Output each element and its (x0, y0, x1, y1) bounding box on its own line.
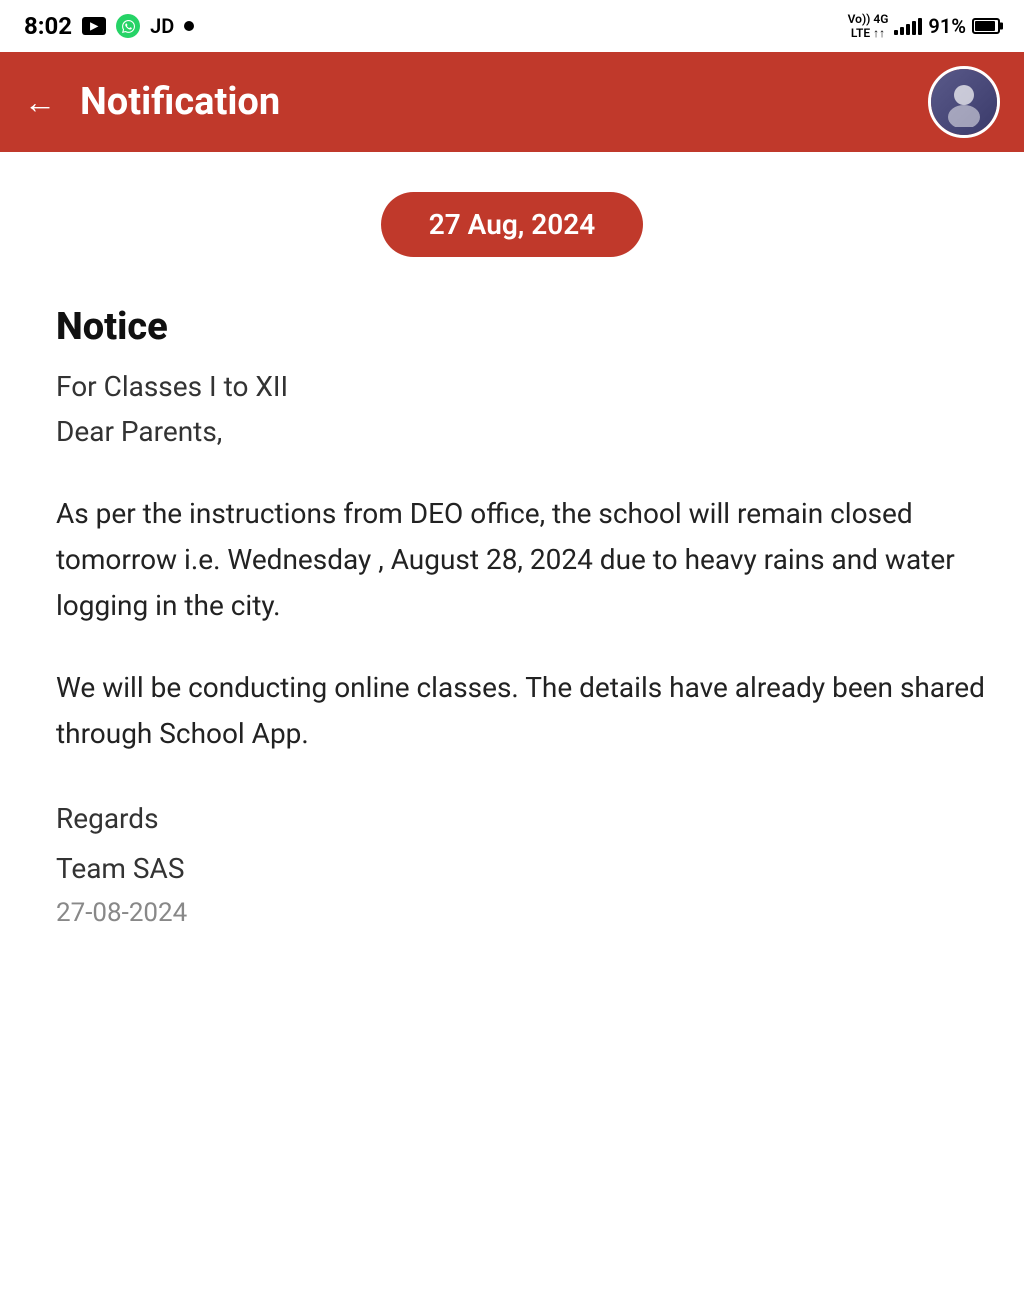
regards-line1: Regards (56, 794, 988, 844)
vol-label: Vo)) 4G (848, 12, 889, 26)
avatar-placeholder (931, 69, 997, 135)
status-right: Vo)) 4G LTE ↑↑ 91% (848, 12, 1000, 41)
status-bar: 8:02 JD Vo)) 4G LTE ↑↑ 91% (0, 0, 1024, 52)
time-display: 8:02 (24, 12, 72, 40)
app-header: ← Notification (0, 52, 1024, 152)
notice-footer-date: 27-08-2024 (56, 898, 988, 928)
lte-label: LTE ↑↑ (851, 26, 885, 40)
battery-percentage: 91% (928, 14, 966, 38)
notice-regards: Regards Team SAS (56, 794, 988, 895)
notice-subtitle-line2: Dear Parents, (56, 415, 222, 448)
signal-info: Vo)) 4G LTE ↑↑ (848, 12, 889, 41)
content-area: 27 Aug, 2024 🔊 Notice For Classes I to X… (0, 152, 1024, 988)
status-left: 8:02 JD (24, 12, 194, 40)
regards-line2: Team SAS (56, 844, 988, 894)
page-title: Notification (80, 80, 928, 124)
whatsapp-icon (116, 14, 140, 38)
notice-paragraph-1: As per the instructions from DEO office,… (56, 491, 988, 630)
avatar[interactable] (928, 66, 1000, 138)
notice-subtitle: For Classes I to XII Dear Parents, (56, 365, 988, 455)
notice-body: 🔊 Notice For Classes I to XII Dear Paren… (36, 305, 988, 928)
dot-indicator (184, 21, 194, 31)
date-badge-container: 27 Aug, 2024 (36, 192, 988, 257)
battery-icon (972, 18, 1000, 34)
notice-paragraph-2: We will be conducting online classes. Th… (56, 665, 988, 757)
date-badge: 27 Aug, 2024 (381, 192, 644, 257)
notice-subtitle-line1: For Classes I to XII (56, 370, 288, 403)
back-button[interactable]: ← (24, 86, 56, 118)
jd-label: JD (150, 14, 174, 38)
signal-bars-icon (894, 17, 922, 35)
notice-title: Notice (56, 305, 988, 349)
youtube-icon (82, 17, 106, 35)
